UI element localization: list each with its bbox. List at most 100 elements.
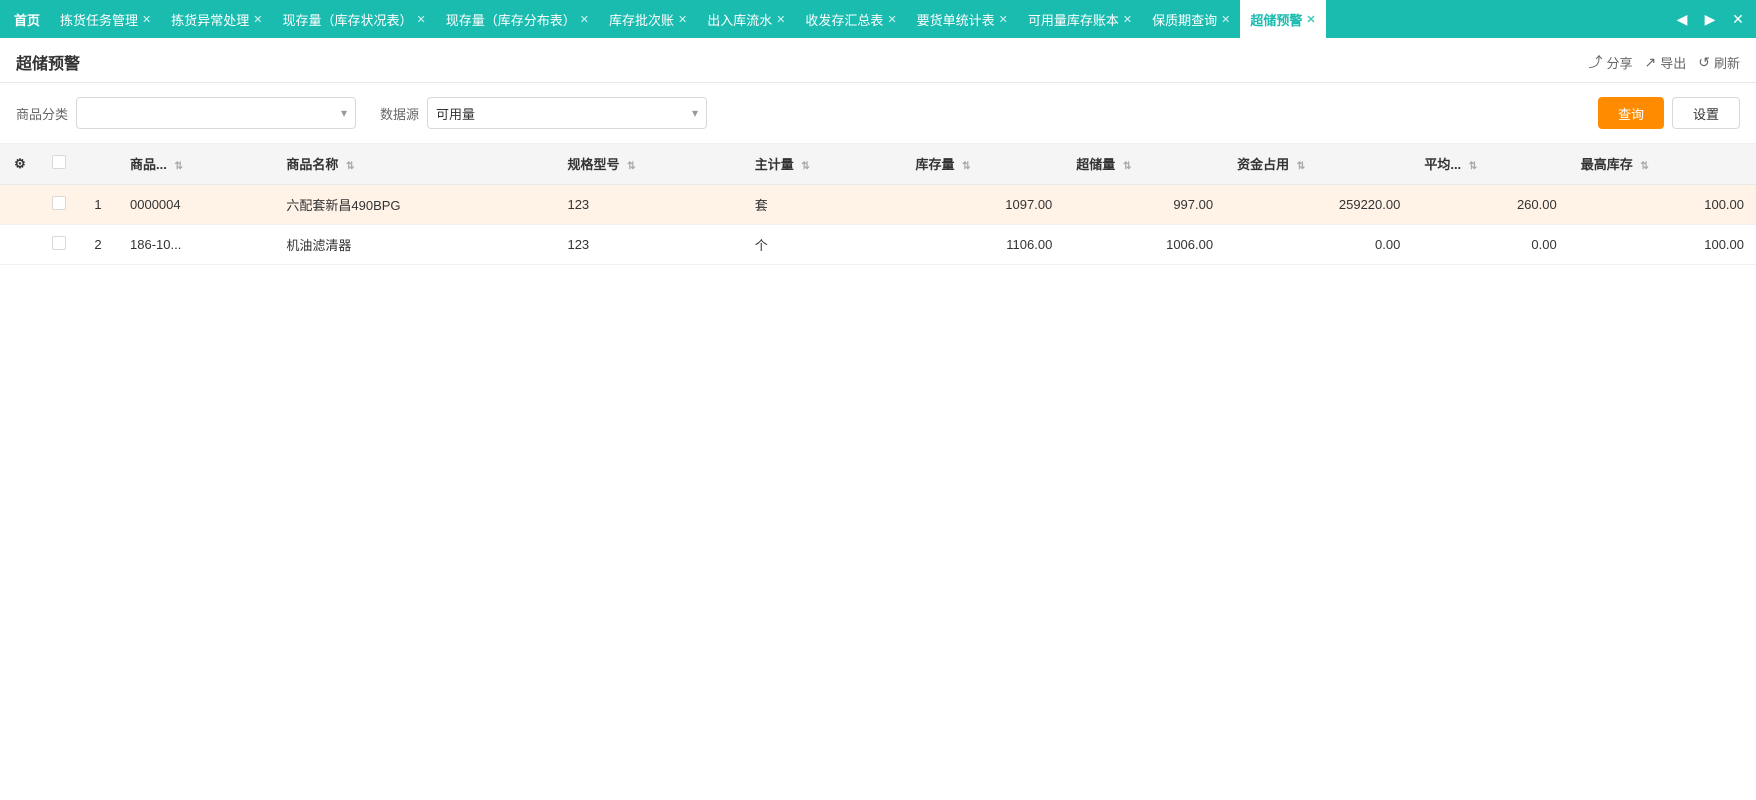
- refresh-button[interactable]: ↺ 刷新: [1698, 53, 1740, 72]
- nav-quality-check[interactable]: 保质期查询 ✕: [1142, 0, 1240, 38]
- settings-button[interactable]: 设置: [1672, 97, 1740, 129]
- nav-arrow-right[interactable]: ▶: [1696, 0, 1724, 38]
- query-button[interactable]: 查询: [1598, 97, 1664, 129]
- sort-inventory-icon: ⇅: [962, 161, 970, 172]
- sort-max-inventory-icon: ⇅: [1640, 161, 1648, 172]
- filter-buttons: 查询 设置: [1598, 97, 1740, 129]
- row-avg: 260.00: [1412, 184, 1568, 224]
- row-checkbox-cell[interactable]: [40, 184, 78, 224]
- nav-inventory-dist[interactable]: 现存量（库存分布表） ✕: [436, 0, 599, 38]
- nav-close-available[interactable]: ✕: [1123, 13, 1132, 26]
- nav-batch-account[interactable]: 库存批次账 ✕: [599, 0, 697, 38]
- row-goods-name: 六配套新昌490BPG: [274, 184, 555, 224]
- row-checkbox-cell[interactable]: [40, 224, 78, 264]
- row-num-cell: 2: [78, 224, 118, 264]
- nav-home[interactable]: 首页: [4, 0, 50, 38]
- col-overstock[interactable]: 超储量 ⇅: [1064, 144, 1225, 184]
- row-unit: 套: [743, 184, 904, 224]
- row-inventory: 1097.00: [904, 184, 1065, 224]
- row-capital: 0.00: [1225, 224, 1412, 264]
- page-title: 超储预警: [16, 50, 80, 74]
- nav-close-quality[interactable]: ✕: [1221, 13, 1230, 26]
- category-filter-group: 商品分类 ▾: [16, 97, 356, 129]
- row-gear-cell: [0, 184, 40, 224]
- top-navigation: 首页 拣货任务管理 ✕ 拣货异常处理 ✕ 现存量（库存状况表） ✕ 现存量（库存…: [0, 0, 1756, 38]
- row-spec: 123: [555, 224, 742, 264]
- share-button[interactable]: ⤴ 分享: [1588, 52, 1632, 72]
- data-table: ⚙ 商品... ⇅ 商品名称 ⇅ 规格型号: [0, 144, 1756, 265]
- row-inventory: 1106.00: [904, 224, 1065, 264]
- sort-avg-icon: ⇅: [1469, 161, 1477, 172]
- col-inventory[interactable]: 库存量 ⇅: [904, 144, 1065, 184]
- row-goods-code: 186-10...: [118, 224, 274, 264]
- col-unit[interactable]: 主计量 ⇅: [743, 144, 904, 184]
- nav-close-task-mgmt[interactable]: ✕: [142, 13, 151, 26]
- row-checkbox-0[interactable]: [52, 196, 66, 210]
- datasource-label: 数据源: [380, 104, 419, 123]
- nav-arrows: ◀ ▶ ✕: [1668, 0, 1752, 38]
- datasource-select-value: 可用量: [436, 104, 692, 123]
- row-spec: 123: [555, 184, 742, 224]
- col-max-inventory[interactable]: 最高库存 ⇅: [1569, 144, 1756, 184]
- sort-goods-code-icon: ⇅: [174, 161, 182, 172]
- nav-inventory-status[interactable]: 现存量（库存状况表） ✕: [272, 0, 435, 38]
- sort-spec-icon: ⇅: [627, 161, 635, 172]
- nav-close-inventory-dist[interactable]: ✕: [580, 13, 589, 26]
- gear-icon: ⚙: [14, 156, 26, 171]
- category-select[interactable]: ▾: [76, 97, 356, 129]
- nav-arrow-left[interactable]: ◀: [1668, 0, 1696, 38]
- row-capital: 259220.00: [1225, 184, 1412, 224]
- page-content: 超储预警 ⤴ 分享 ↗ 导出 ↺ 刷新 商品分类 ▾ 数据源: [0, 38, 1756, 800]
- col-capital[interactable]: 资金占用 ⇅: [1225, 144, 1412, 184]
- header-checkbox[interactable]: [52, 155, 66, 169]
- sort-capital-icon: ⇅: [1297, 161, 1305, 172]
- export-icon: ↗: [1645, 54, 1657, 71]
- nav-exception-handling[interactable]: 拣货异常处理 ✕: [161, 0, 272, 38]
- nav-available-account[interactable]: 可用量库存账本 ✕: [1018, 0, 1142, 38]
- row-max-inventory: 100.00: [1569, 184, 1756, 224]
- nav-close-receive[interactable]: ✕: [887, 13, 896, 26]
- col-goods-code[interactable]: 商品... ⇅: [118, 144, 274, 184]
- datasource-dropdown-icon: ▾: [692, 106, 698, 120]
- nav-arrow-close[interactable]: ✕: [1724, 0, 1752, 38]
- nav-close-overstock[interactable]: ✕: [1306, 13, 1315, 26]
- row-checkbox-1[interactable]: [52, 236, 66, 250]
- refresh-icon: ↺: [1698, 54, 1710, 71]
- col-spec[interactable]: 规格型号 ⇅: [555, 144, 742, 184]
- row-goods-code: 0000004: [118, 184, 274, 224]
- filter-area: 商品分类 ▾ 数据源 可用量 ▾ 查询 设置: [0, 83, 1756, 144]
- nav-close-order[interactable]: ✕: [999, 13, 1008, 26]
- table-body: 1 0000004 六配套新昌490BPG 123 套 1097.00 997.…: [0, 184, 1756, 264]
- export-button[interactable]: ↗ 导出: [1645, 53, 1687, 72]
- nav-close-exception[interactable]: ✕: [253, 13, 262, 26]
- sort-overstock-icon: ⇅: [1123, 161, 1131, 172]
- sort-goods-name-icon: ⇅: [346, 161, 354, 172]
- nav-receive-summary[interactable]: 收发存汇总表 ✕: [795, 0, 906, 38]
- row-unit: 个: [743, 224, 904, 264]
- row-max-inventory: 100.00: [1569, 224, 1756, 264]
- nav-close-batch[interactable]: ✕: [678, 13, 687, 26]
- share-icon: ⤴: [1588, 52, 1602, 72]
- col-num: [78, 144, 118, 184]
- row-avg: 0.00: [1412, 224, 1568, 264]
- row-overstock: 997.00: [1064, 184, 1225, 224]
- datasource-select[interactable]: 可用量 ▾: [427, 97, 707, 129]
- nav-order-stats[interactable]: 要货单统计表 ✕: [907, 0, 1018, 38]
- col-avg[interactable]: 平均... ⇅: [1412, 144, 1568, 184]
- nav-inout-flow[interactable]: 出入库流水 ✕: [697, 0, 795, 38]
- nav-task-mgmt[interactable]: 拣货任务管理 ✕: [50, 0, 161, 38]
- table-row: 1 0000004 六配套新昌490BPG 123 套 1097.00 997.…: [0, 184, 1756, 224]
- row-num-cell: 1: [78, 184, 118, 224]
- row-overstock: 1006.00: [1064, 224, 1225, 264]
- table-row: 2 186-10... 机油滤清器 123 个 1106.00 1006.00 …: [0, 224, 1756, 264]
- sort-unit-icon: ⇅: [801, 161, 809, 172]
- datasource-filter-group: 数据源 可用量 ▾: [380, 97, 707, 129]
- header-actions: ⤴ 分享 ↗ 导出 ↺ 刷新: [1588, 52, 1740, 72]
- col-gear[interactable]: ⚙: [0, 144, 40, 184]
- col-checkbox-header[interactable]: [40, 144, 78, 184]
- row-gear-cell: [0, 224, 40, 264]
- nav-close-inout[interactable]: ✕: [776, 13, 785, 26]
- col-goods-name[interactable]: 商品名称 ⇅: [274, 144, 555, 184]
- nav-overstock-warning[interactable]: 超储预警 ✕: [1240, 0, 1325, 38]
- nav-close-inventory-status[interactable]: ✕: [417, 13, 426, 26]
